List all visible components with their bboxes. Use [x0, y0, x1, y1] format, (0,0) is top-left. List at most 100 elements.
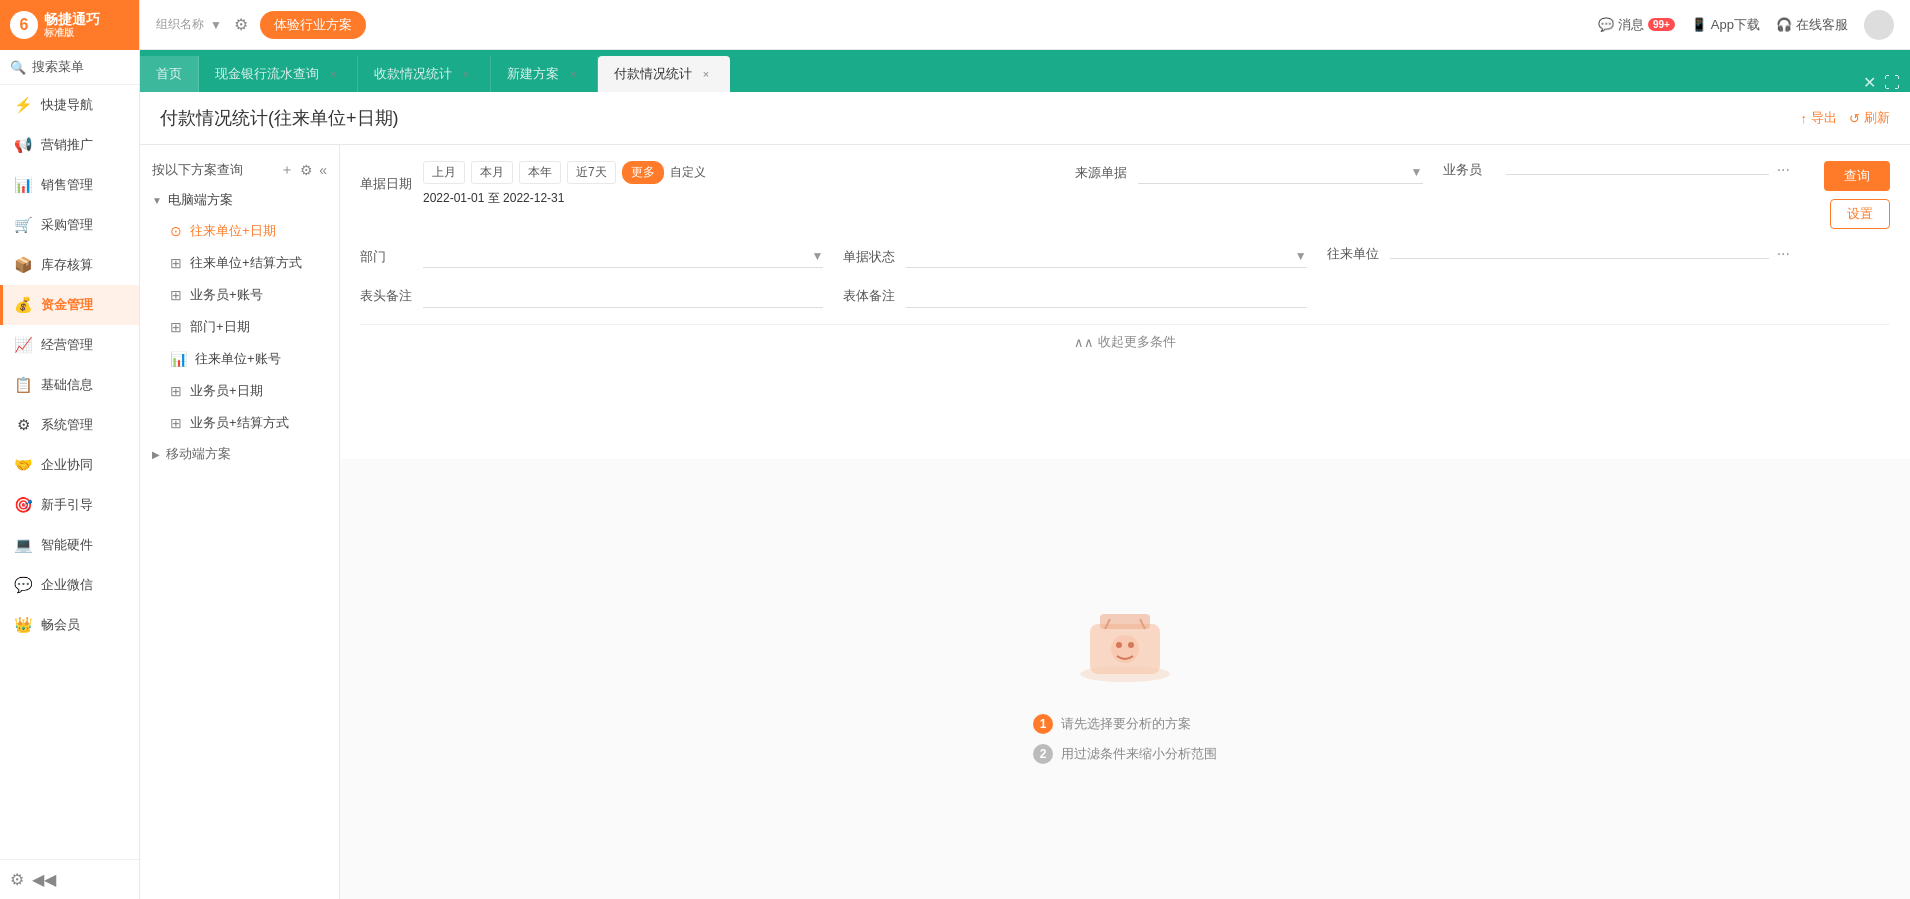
tab-cash-flow-label: 现金银行流水查询	[215, 65, 319, 83]
page-header-actions: ↑ 导出 ↺ 刷新	[1801, 109, 1891, 127]
tab-new-scheme[interactable]: 新建方案 ×	[491, 56, 598, 92]
scheme-item-label: 业务员+日期	[190, 382, 263, 400]
tab-expand-icon[interactable]: ⛶	[1884, 74, 1900, 92]
scheme-item-dept-date[interactable]: ⊞ 部门+日期	[140, 311, 339, 343]
tip-num-1: 1	[1033, 714, 1053, 734]
desktop-group-header[interactable]: ▼ 电脑端方案	[140, 185, 339, 215]
logo-icon: 6	[10, 11, 38, 39]
online-service-btn[interactable]: 🎧 在线客服	[1776, 16, 1848, 34]
user-avatar[interactable]	[1864, 10, 1894, 40]
date-option-this-month[interactable]: 本月	[471, 161, 513, 184]
body-note-input[interactable]	[906, 284, 1306, 308]
sidebar-item-sales[interactable]: 📊 销售管理	[0, 165, 139, 205]
sidebar-item-purchase[interactable]: 🛒 采购管理	[0, 205, 139, 245]
tab-home[interactable]: 首页	[140, 56, 199, 92]
export-btn[interactable]: ↑ 导出	[1801, 109, 1838, 127]
sidebar-item-system[interactable]: ⚙ 系统管理	[0, 405, 139, 445]
tab-close-all-icon[interactable]: ✕	[1863, 73, 1876, 92]
voucher-status-select[interactable]: ▼	[906, 245, 1306, 268]
date-custom-label[interactable]: 自定义	[670, 164, 706, 181]
dept-select[interactable]: ▼	[423, 245, 823, 268]
empty-tips: 1 请先选择要分析的方案 2 用过滤条件来缩小分析范围	[1033, 714, 1217, 764]
sidebar-item-label: 企业微信	[41, 576, 93, 594]
scheme-item-salesperson-account[interactable]: ⊞ 业务员+账号	[140, 279, 339, 311]
left-panel-header: 按以下方案查询 ＋ ⚙ «	[140, 155, 339, 185]
filter-date: 单据日期 上月 本月 本年 近7天 更多 自定义 20	[360, 161, 1055, 207]
partner-label: 往来单位	[1327, 245, 1382, 263]
notification-btn[interactable]: 💬 消息 99+	[1598, 16, 1675, 34]
header-note-input[interactable]	[423, 284, 823, 308]
tab-cash-flow[interactable]: 现金银行流水查询 ×	[199, 56, 358, 92]
content-body: 按以下方案查询 ＋ ⚙ « ▼ 电脑端方案 ⊙	[140, 145, 1910, 899]
tab-receipts[interactable]: 收款情况统计 ×	[358, 56, 491, 92]
filter-header-note: 表头备注	[360, 284, 823, 308]
sidebar-item-label: 基础信息	[41, 376, 93, 394]
add-scheme-icon[interactable]: ＋	[280, 161, 294, 179]
partner-select[interactable]	[1390, 250, 1769, 259]
sidebar-item-hardware[interactable]: 💻 智能硬件	[0, 525, 139, 565]
app-download-btn[interactable]: 📱 App下载	[1691, 16, 1760, 34]
sidebar-item-enterprise[interactable]: 🤝 企业协同	[0, 445, 139, 485]
system-icon: ⚙	[13, 415, 33, 435]
notification-count: 99+	[1648, 18, 1675, 31]
app-download-label: App下载	[1711, 16, 1760, 34]
search-menu[interactable]: 🔍 搜索菜单	[0, 50, 139, 85]
settings-bottom-icon[interactable]: ⚙	[10, 870, 24, 889]
sidebar-item-operation[interactable]: 📈 经营管理	[0, 325, 139, 365]
scheme-item-partner-date[interactable]: ⊙ 往来单位+日期	[140, 215, 339, 247]
query-button[interactable]: 查询	[1824, 161, 1890, 191]
finance-icon: 💰	[13, 295, 33, 315]
sidebar-item-member[interactable]: 👑 畅会员	[0, 605, 139, 645]
refresh-btn[interactable]: ↺ 刷新	[1849, 109, 1890, 127]
date-option-last-month[interactable]: 上月	[423, 161, 465, 184]
scheme-item-salesperson-date[interactable]: ⊞ 业务员+日期	[140, 375, 339, 407]
sidebar-item-wechat[interactable]: 💬 企业微信	[0, 565, 139, 605]
desktop-triangle-icon: ▼	[152, 195, 162, 206]
date-option-7days[interactable]: 近7天	[567, 161, 616, 184]
desktop-scheme-items: ⊙ 往来单位+日期 ⊞ 往来单位+结算方式 ⊞ 业务员+账号 ⊞	[140, 215, 339, 439]
scheme-item-partner-payment[interactable]: ⊞ 往来单位+结算方式	[140, 247, 339, 279]
search-icon: 🔍	[10, 60, 26, 75]
header-gear-icon[interactable]: ⚙	[234, 15, 248, 34]
desktop-scheme-group: ▼ 电脑端方案 ⊙ 往来单位+日期 ⊞ 往来单位+结算方式 ⊞	[140, 185, 339, 439]
date-option-more[interactable]: 更多	[622, 161, 664, 184]
sidebar-item-marketing[interactable]: 📢 营销推广	[0, 125, 139, 165]
org-selector[interactable]: 组织名称 ▼	[156, 16, 222, 33]
sidebar-item-finance[interactable]: 💰 资金管理	[0, 285, 139, 325]
filter-partner: 往来单位 ···	[1327, 245, 1790, 263]
scheme-item-partner-account[interactable]: 📊 往来单位+账号	[140, 343, 339, 375]
desktop-group-label: 电脑端方案	[168, 191, 233, 209]
date-option-this-year[interactable]: 本年	[519, 161, 561, 184]
source-select[interactable]: ▼	[1138, 161, 1423, 184]
mobile-group-header[interactable]: ▶ 移动端方案	[140, 439, 339, 469]
filter-row-1: 单据日期 上月 本月 本年 近7天 更多 自定义 20	[360, 161, 1890, 229]
tab-receipts-close[interactable]: ×	[458, 66, 474, 82]
collapse-panel-icon[interactable]: «	[319, 162, 327, 178]
setting-button[interactable]: 设置	[1830, 199, 1890, 229]
sidebar-item-quick-nav[interactable]: ⚡ 快捷导航	[0, 85, 139, 125]
scheme-item-salesperson-payment[interactable]: ⊞ 业务员+结算方式	[140, 407, 339, 439]
sidebar-item-label: 系统管理	[41, 416, 93, 434]
sidebar-item-basic-info[interactable]: 📋 基础信息	[0, 365, 139, 405]
tab-payments[interactable]: 付款情况统计 ×	[598, 56, 730, 92]
purchase-icon: 🛒	[13, 215, 33, 235]
tip-2-text: 用过滤条件来缩小分析范围	[1061, 745, 1217, 763]
manage-scheme-icon[interactable]: ⚙	[300, 162, 313, 178]
collapse-chevron-icon: ∧∧	[1074, 335, 1094, 350]
sidebar-item-guide[interactable]: 🎯 新手引导	[0, 485, 139, 525]
tab-payments-close[interactable]: ×	[698, 66, 714, 82]
enterprise-icon: 🤝	[13, 455, 33, 475]
salesperson-select[interactable]	[1506, 166, 1769, 175]
collapse-sidebar-icon[interactable]: ◀◀	[32, 870, 56, 889]
tab-new-scheme-close[interactable]: ×	[565, 66, 581, 82]
partner-dots-icon[interactable]: ···	[1777, 245, 1790, 263]
scheme-item-icon: ⊞	[170, 255, 182, 271]
source-select-arrow: ▼	[1411, 165, 1423, 179]
collapse-more-btn[interactable]: ∧∧ 收起更多条件	[360, 324, 1890, 359]
inventory-icon: 📦	[13, 255, 33, 275]
collapse-label: 收起更多条件	[1098, 333, 1176, 351]
salesperson-dots-icon[interactable]: ···	[1777, 161, 1790, 179]
tab-cash-flow-close[interactable]: ×	[325, 66, 341, 82]
sidebar-item-inventory[interactable]: 📦 库存核算	[0, 245, 139, 285]
trial-btn[interactable]: 体验行业方案	[260, 11, 366, 39]
